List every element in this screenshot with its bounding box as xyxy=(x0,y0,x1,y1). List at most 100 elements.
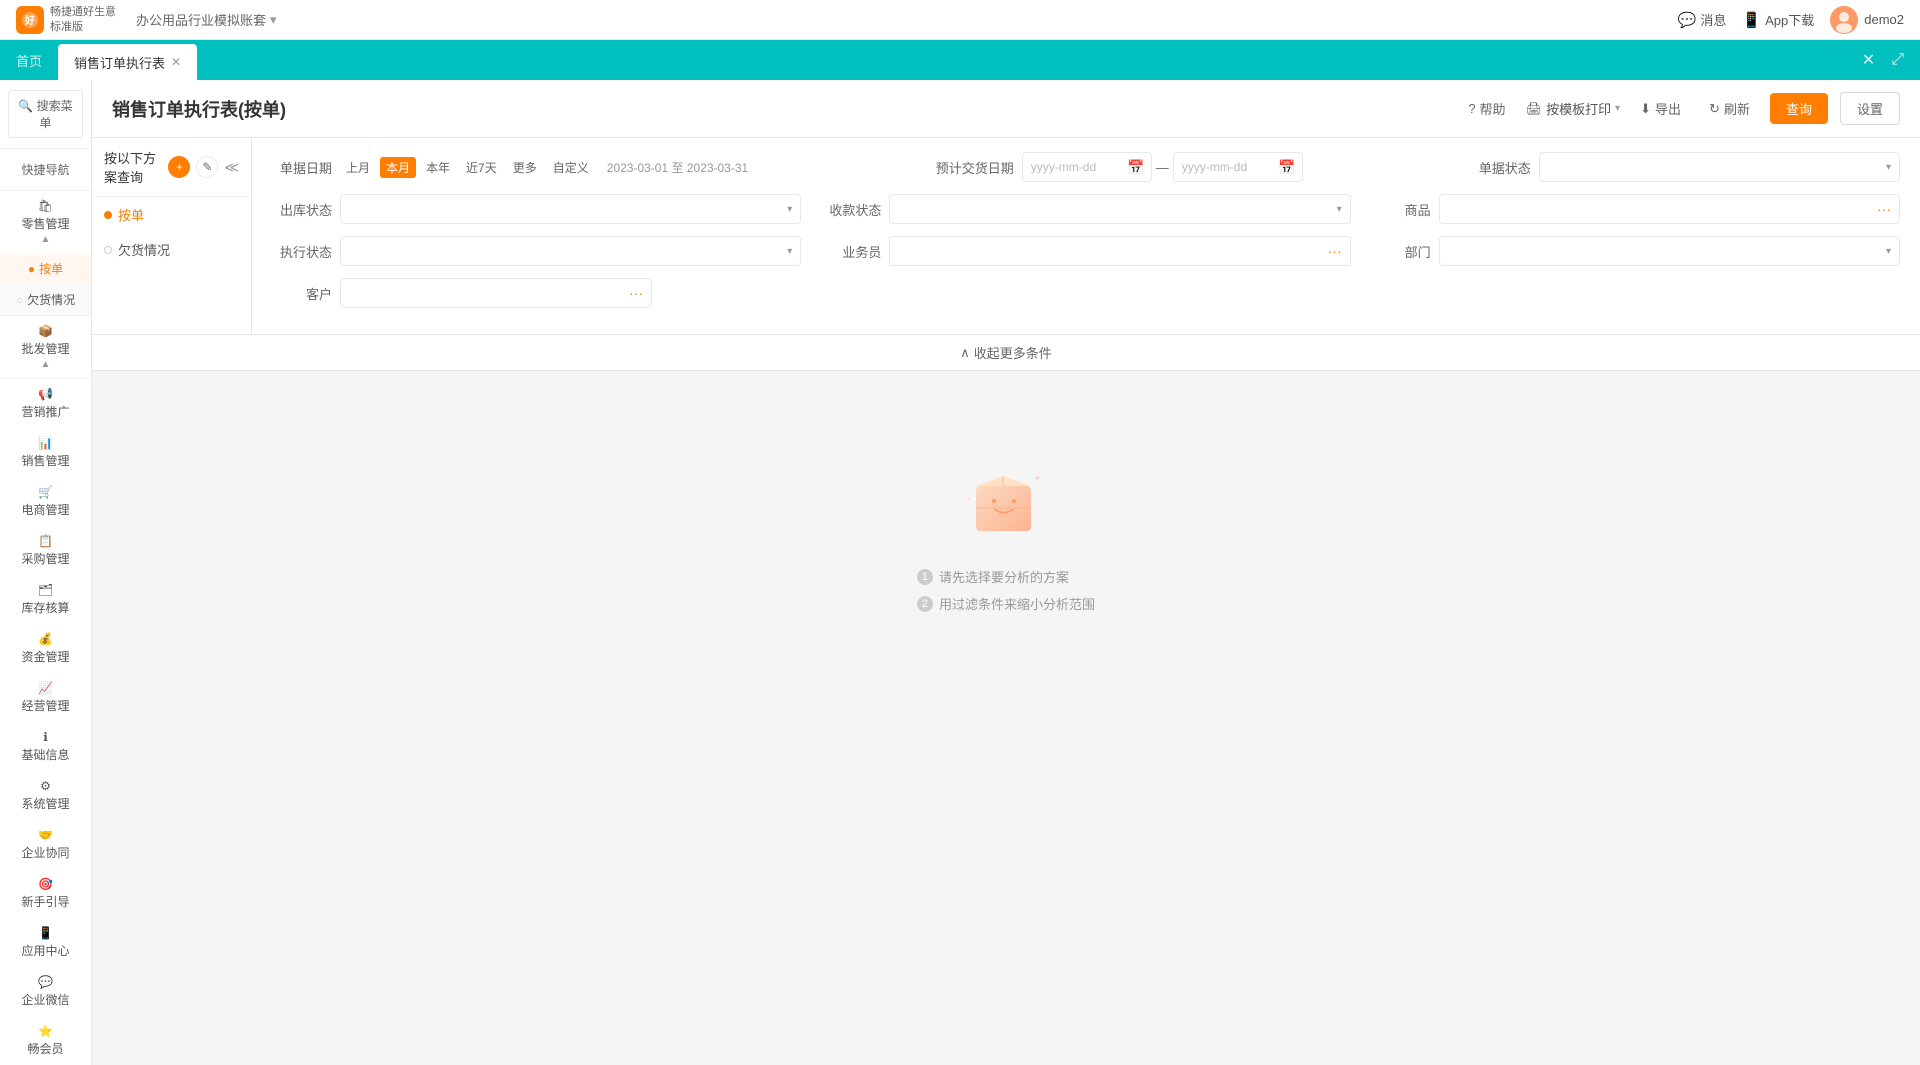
outstock-select[interactable]: ▾ xyxy=(340,194,801,224)
delivery-date-end[interactable]: yyyy-mm-dd 📅 xyxy=(1173,152,1303,182)
collapse-icon: ∧ xyxy=(960,345,970,361)
filter-field-department: 部门 ▾ xyxy=(1371,236,1900,266)
sidebar-sub-item-checkout[interactable]: ● 按单 xyxy=(0,253,91,284)
collapse-sidebar-button[interactable]: ≪ xyxy=(224,159,239,176)
ecommerce-label: 电商管理 xyxy=(21,501,69,518)
breadcrumb: 办公用品行业模拟账套 ▾ xyxy=(136,10,277,29)
basic-icon: ℹ xyxy=(43,730,48,744)
message-button[interactable]: 💬 消息 xyxy=(1678,10,1727,29)
refresh-button[interactable]: ↻ 刷新 xyxy=(1701,95,1758,122)
tab-sales-order[interactable]: 销售订单执行表 ✕ xyxy=(58,44,197,80)
export-button[interactable]: ⬇ 导出 xyxy=(1632,95,1689,122)
salesperson-picker-icon: ··· xyxy=(1328,243,1342,259)
sidebar-item-retail[interactable]: 🛍 零售管理 ▲ xyxy=(0,191,91,253)
sidebar-item-wechat[interactable]: 💬 企业微信 xyxy=(0,967,91,1016)
system-label: 系统管理 xyxy=(21,795,69,812)
enterprise-icon: 🤝 xyxy=(38,828,53,842)
scheme-item-debt[interactable]: 欠货情况 xyxy=(92,232,251,267)
sidebar-item-finance[interactable]: 💰 资金管理 xyxy=(0,624,91,673)
search-menu-button[interactable]: 🔍 搜索菜单 xyxy=(8,90,83,138)
filter-sidebar-header: 按以下方案查询 + ✎ ≪ xyxy=(92,138,251,197)
sidebar-item-operations[interactable]: 📈 经营管理 xyxy=(0,673,91,722)
header-right: 💬 消息 📱 App下载 demo2 xyxy=(1678,6,1904,34)
sidebar-item-member[interactable]: ⭐ 畅会员 xyxy=(0,1016,91,1065)
print-button[interactable]: 🖨 按模板打印 ▾ xyxy=(1526,99,1621,118)
tab-close-all-button[interactable]: ✕ xyxy=(1858,46,1879,74)
logo-text: 畅捷通好生意 标准版 xyxy=(50,5,116,34)
salesperson-picker[interactable]: ··· xyxy=(889,236,1350,266)
sidebar-item-wholesale[interactable]: 📦 批发管理 ▲ xyxy=(0,316,91,378)
page-header: 销售订单执行表(按单) ? 帮助 🖨 按模板打印 ▾ ⬇ 导出 ↻ 刷新 xyxy=(92,80,1920,138)
tab-bar: 首页 销售订单执行表 ✕ ✕ ⤢ xyxy=(0,40,1920,80)
quick-nav-label: 快捷导航 xyxy=(0,155,91,184)
filter-field-date: 单据日期 上月 本月 本年 近7天 更多 自定义 2023-03-01 至 20… xyxy=(272,157,916,178)
exec-status-arrow: ▾ xyxy=(787,246,792,257)
date-btn-prev-month[interactable]: 上月 xyxy=(340,157,376,178)
help-button[interactable]: ? 帮助 xyxy=(1460,95,1513,122)
filter-field-salesperson: 业务员 ··· xyxy=(821,236,1350,266)
date-btn-7days[interactable]: 近7天 xyxy=(460,157,503,178)
sidebar-sub-item-debt[interactable]: ○ 欠货情况 xyxy=(0,284,91,315)
sidebar-item-inventory[interactable]: 🗂 库存核算 xyxy=(0,575,91,624)
date-btn-more[interactable]: 更多 xyxy=(507,157,543,178)
doc-status-select[interactable]: ▾ xyxy=(1539,152,1900,182)
sidebar-item-basic[interactable]: ℹ 基础信息 xyxy=(0,722,91,771)
scheme-item-checkout[interactable]: 按单 xyxy=(92,197,251,232)
department-select[interactable]: ▾ xyxy=(1439,236,1900,266)
sales-label: 销售管理 xyxy=(21,452,69,469)
customer-picker[interactable]: ··· xyxy=(340,278,652,308)
basic-label: 基础信息 xyxy=(21,746,69,763)
tab-home[interactable]: 首页 xyxy=(0,40,58,80)
retail-arrow: ▲ xyxy=(41,234,51,245)
sidebar-item-marketing[interactable]: 📢 营销推广 xyxy=(0,379,91,428)
payment-select[interactable]: ▾ xyxy=(889,194,1350,224)
sidebar-search-area: 🔍 搜索菜单 xyxy=(0,80,91,149)
sidebar-item-ecommerce[interactable]: 🛒 电商管理 xyxy=(0,477,91,526)
purchase-icon: 📋 xyxy=(38,534,53,548)
empty-tip-2: 2 用过滤条件来缩小分析范围 xyxy=(917,594,1095,613)
tab-expand-button[interactable]: ⤢ xyxy=(1887,47,1908,73)
sidebar-item-system[interactable]: ⚙ 系统管理 xyxy=(0,771,91,820)
edit-scheme-button[interactable]: ✎ xyxy=(196,156,218,178)
sidebar-item-newbie[interactable]: 🎯 新手引导 xyxy=(0,869,91,918)
user-menu[interactable]: demo2 xyxy=(1830,6,1904,34)
customer-label: 客户 xyxy=(272,284,332,303)
query-button[interactable]: 查询 xyxy=(1770,93,1828,124)
department-arrow: ▾ xyxy=(1886,246,1891,257)
sidebar-item-sales[interactable]: 📊 销售管理 xyxy=(0,428,91,477)
svg-text:✦: ✦ xyxy=(1034,474,1041,483)
outstock-label: 出库状态 xyxy=(272,200,332,219)
product-label: 商品 xyxy=(1371,200,1431,219)
debt-dot: ○ xyxy=(16,293,23,307)
collapse-bar[interactable]: ∧ 收起更多条件 xyxy=(92,335,1920,371)
tip-num-1: 1 xyxy=(917,569,933,585)
appstore-icon: 📱 xyxy=(38,926,53,940)
app-download-button[interactable]: 📱 App下载 xyxy=(1742,10,1814,29)
add-scheme-button[interactable]: + xyxy=(168,156,190,178)
breadcrumb-arrow[interactable]: ▾ xyxy=(270,12,277,28)
tab-bar-actions: ✕ ⤢ xyxy=(1858,46,1920,74)
sidebar-item-appstore[interactable]: 📱 应用中心 xyxy=(0,918,91,967)
product-picker[interactable]: ··· xyxy=(1439,194,1900,224)
sidebar-quick-nav: 快捷导航 xyxy=(0,149,91,191)
delivery-date-start[interactable]: yyyy-mm-dd 📅 xyxy=(1022,152,1152,182)
filter-field-delivery-date: 预计交货日期 yyyy-mm-dd 📅 — yyyy-mm-dd 📅 xyxy=(936,152,1451,182)
tab-close-icon[interactable]: ✕ xyxy=(171,55,181,69)
date-btn-this-year[interactable]: 本年 xyxy=(420,157,456,178)
delivery-date-label: 预计交货日期 xyxy=(936,158,1014,177)
purchase-label: 采购管理 xyxy=(21,550,69,567)
date-btn-custom[interactable]: 自定义 xyxy=(547,157,595,178)
help-icon: ? xyxy=(1468,101,1475,116)
content-area: 销售订单执行表(按单) ? 帮助 🖨 按模板打印 ▾ ⬇ 导出 ↻ 刷新 xyxy=(92,80,1920,1065)
settings-button[interactable]: 设置 xyxy=(1840,92,1900,125)
exec-status-select[interactable]: ▾ xyxy=(340,236,801,266)
salesperson-label: 业务员 xyxy=(821,242,881,261)
tip-num-2: 2 xyxy=(917,596,933,612)
customer-picker-icon: ··· xyxy=(629,285,643,301)
sidebar-item-enterprise[interactable]: 🤝 企业协同 xyxy=(0,820,91,869)
calendar-end-icon[interactable]: 📅 xyxy=(1278,159,1295,176)
calendar-start-icon[interactable]: 📅 xyxy=(1127,159,1144,176)
sidebar-item-purchase[interactable]: 📋 采购管理 xyxy=(0,526,91,575)
svg-text:好: 好 xyxy=(24,14,35,27)
date-btn-this-month[interactable]: 本月 xyxy=(380,157,416,178)
